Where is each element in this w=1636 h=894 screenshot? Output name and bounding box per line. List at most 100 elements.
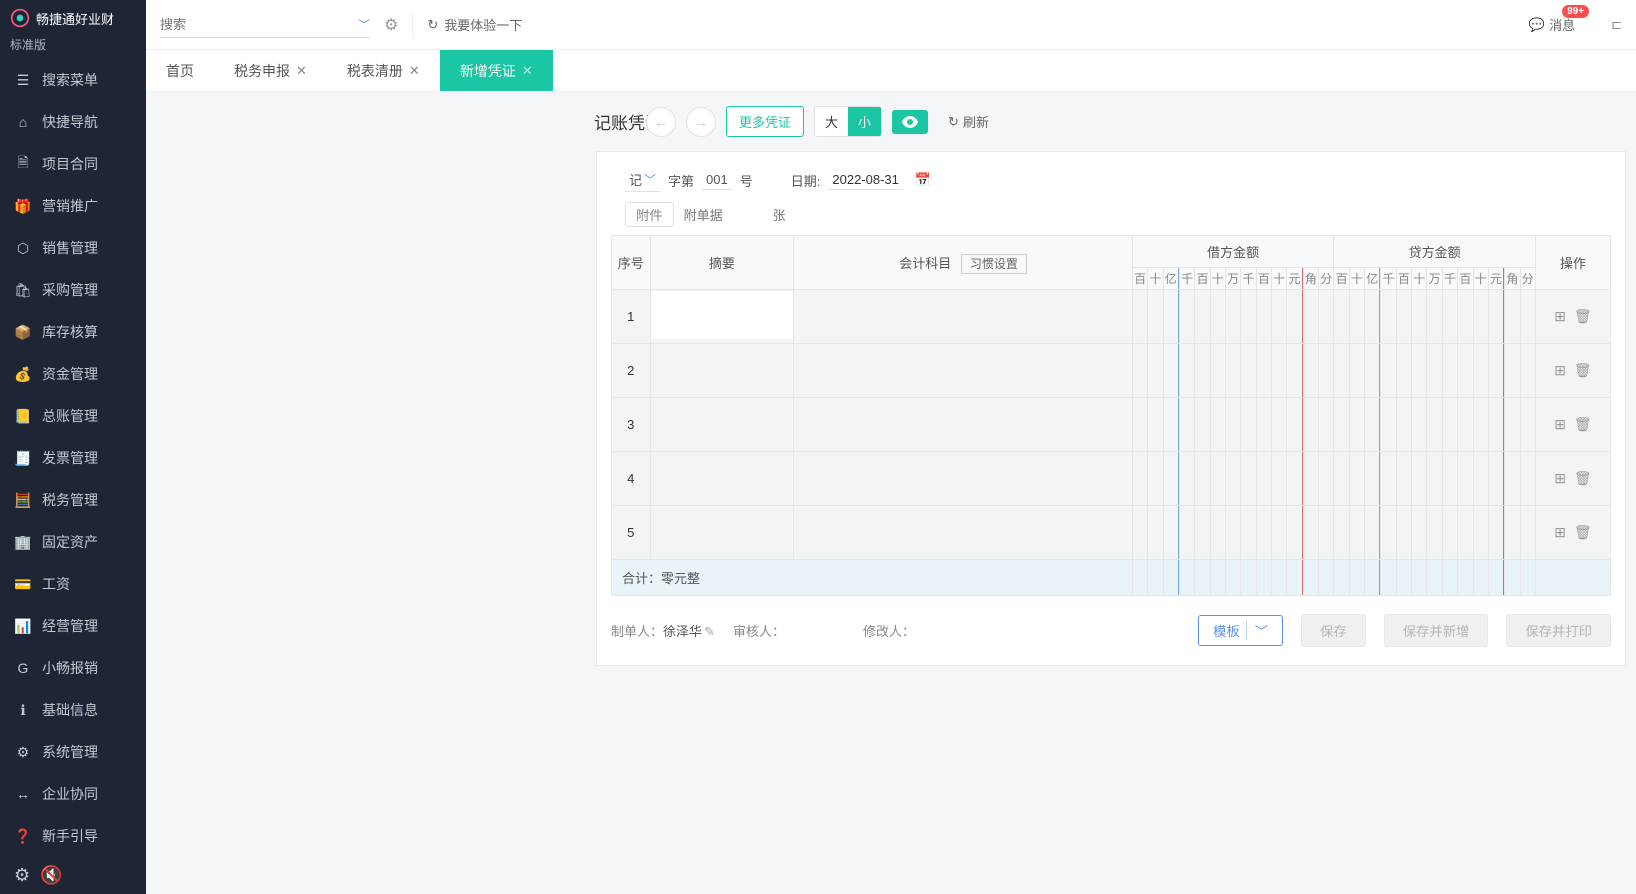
digit-cell[interactable] — [1411, 398, 1426, 451]
digit-cell[interactable] — [1271, 290, 1286, 343]
digit-cell[interactable] — [1147, 344, 1162, 397]
digit-cell[interactable] — [1179, 344, 1194, 397]
digit-cell[interactable] — [1396, 290, 1411, 343]
digit-cell[interactable] — [1210, 560, 1225, 595]
digit-cell[interactable] — [1240, 290, 1255, 343]
digit-cell[interactable] — [1520, 560, 1535, 595]
digit-cell[interactable] — [1163, 560, 1179, 595]
credit-cell[interactable] — [1334, 452, 1536, 506]
digit-cell[interactable] — [1163, 398, 1179, 451]
digit-cell[interactable] — [1411, 452, 1426, 505]
digit-cell[interactable] — [1179, 452, 1194, 505]
delete-row-icon[interactable]: 🗑 — [1574, 524, 1592, 541]
digit-cell[interactable] — [1457, 344, 1472, 397]
digit-cell[interactable] — [1210, 506, 1225, 559]
calendar-icon[interactable]: 📅 — [915, 172, 931, 188]
search-input[interactable] — [160, 17, 358, 32]
summary-input[interactable] — [651, 291, 794, 339]
digit-cell[interactable] — [1225, 452, 1240, 505]
digit-cell[interactable] — [1504, 452, 1519, 505]
add-row-icon[interactable]: ⊞ — [1554, 308, 1566, 325]
sidebar-item-15[interactable]: ℹ基础信息 — [0, 689, 146, 731]
digit-cell[interactable] — [1380, 452, 1395, 505]
subject-cell[interactable] — [794, 344, 1133, 398]
digit-cell[interactable] — [1225, 344, 1240, 397]
settings-icon[interactable]: ⚙ — [384, 15, 398, 35]
add-row-icon[interactable]: ⊞ — [1554, 362, 1566, 379]
digit-cell[interactable] — [1194, 560, 1209, 595]
digit-cell[interactable] — [1147, 452, 1162, 505]
save-print-button[interactable]: 保存并打印 — [1506, 614, 1611, 647]
close-icon[interactable]: ✕ — [296, 63, 307, 79]
tab-3[interactable]: 新增凭证✕ — [440, 50, 553, 91]
add-row-icon[interactable]: ⊞ — [1554, 416, 1566, 433]
digit-cell[interactable] — [1271, 506, 1286, 559]
digit-cell[interactable] — [1303, 398, 1318, 451]
digit-cell[interactable] — [1303, 452, 1318, 505]
more-voucher-button[interactable]: 更多凭证 — [726, 106, 804, 137]
digit-cell[interactable] — [1364, 506, 1380, 559]
digit-cell[interactable] — [1240, 398, 1255, 451]
digit-cell[interactable] — [1194, 398, 1209, 451]
subject-cell[interactable] — [794, 398, 1133, 452]
chevron-down-icon[interactable]: ﹀ — [358, 16, 370, 33]
digit-cell[interactable] — [1488, 398, 1504, 451]
subject-cell[interactable] — [794, 506, 1133, 560]
sidebar-item-6[interactable]: 📦库存核算 — [0, 311, 146, 353]
template-button[interactable]: 模板 ﹀ — [1198, 615, 1283, 646]
digit-cell[interactable] — [1520, 290, 1535, 343]
digit-cell[interactable] — [1334, 290, 1348, 343]
digit-cell[interactable] — [1364, 290, 1380, 343]
sidebar-item-7[interactable]: 💰资金管理 — [0, 353, 146, 395]
panel-icon[interactable]: ⊏ — [1611, 17, 1622, 33]
digit-cell[interactable] — [1163, 506, 1179, 559]
digit-cell[interactable] — [1318, 398, 1333, 451]
digit-cell[interactable] — [1286, 398, 1302, 451]
sidebar-item-11[interactable]: 🏢固定资产 — [0, 521, 146, 563]
digit-cell[interactable] — [1349, 560, 1364, 595]
digit-cell[interactable] — [1240, 506, 1255, 559]
digit-cell[interactable] — [1457, 398, 1472, 451]
digit-cell[interactable] — [1349, 290, 1364, 343]
digit-cell[interactable] — [1457, 452, 1472, 505]
debit-cell[interactable] — [1132, 398, 1334, 452]
digit-cell[interactable] — [1256, 452, 1271, 505]
digit-cell[interactable] — [1133, 452, 1147, 505]
delete-row-icon[interactable]: 🗑 — [1574, 470, 1592, 487]
digit-cell[interactable] — [1256, 506, 1271, 559]
digit-cell[interactable] — [1364, 560, 1380, 595]
sidebar-item-4[interactable]: ⬡销售管理 — [0, 227, 146, 269]
next-button[interactable]: → — [686, 107, 716, 137]
prev-button[interactable]: ← — [646, 107, 676, 137]
digit-cell[interactable] — [1271, 344, 1286, 397]
sidebar-item-12[interactable]: 💳工资 — [0, 563, 146, 605]
digit-cell[interactable] — [1473, 398, 1488, 451]
tab-0[interactable]: 首页 — [146, 50, 214, 91]
search-box[interactable]: ﹀ — [160, 12, 370, 38]
digit-cell[interactable] — [1133, 398, 1147, 451]
digit-cell[interactable] — [1194, 290, 1209, 343]
digit-cell[interactable] — [1488, 506, 1504, 559]
summary-cell[interactable] — [650, 452, 794, 506]
digit-cell[interactable] — [1240, 560, 1255, 595]
digit-cell[interactable] — [1457, 290, 1472, 343]
digit-cell[interactable] — [1411, 344, 1426, 397]
digit-cell[interactable] — [1147, 398, 1162, 451]
digit-cell[interactable] — [1179, 560, 1194, 595]
debit-cell[interactable] — [1132, 344, 1334, 398]
digit-cell[interactable] — [1442, 344, 1457, 397]
digit-cell[interactable] — [1380, 398, 1395, 451]
sidebar-item-9[interactable]: 🧾发票管理 — [0, 437, 146, 479]
digit-cell[interactable] — [1133, 506, 1147, 559]
digit-cell[interactable] — [1179, 290, 1194, 343]
digit-cell[interactable] — [1210, 290, 1225, 343]
sidebar-item-16[interactable]: ⚙系统管理 — [0, 731, 146, 773]
voucher-type-select[interactable]: 记 ﹀ — [625, 168, 660, 192]
digit-cell[interactable] — [1334, 560, 1348, 595]
digit-cell[interactable] — [1286, 506, 1302, 559]
digit-cell[interactable] — [1488, 560, 1504, 595]
digit-cell[interactable] — [1364, 452, 1380, 505]
digit-cell[interactable] — [1318, 290, 1333, 343]
attachment-button[interactable]: 附件 — [625, 202, 674, 227]
digit-cell[interactable] — [1163, 344, 1179, 397]
